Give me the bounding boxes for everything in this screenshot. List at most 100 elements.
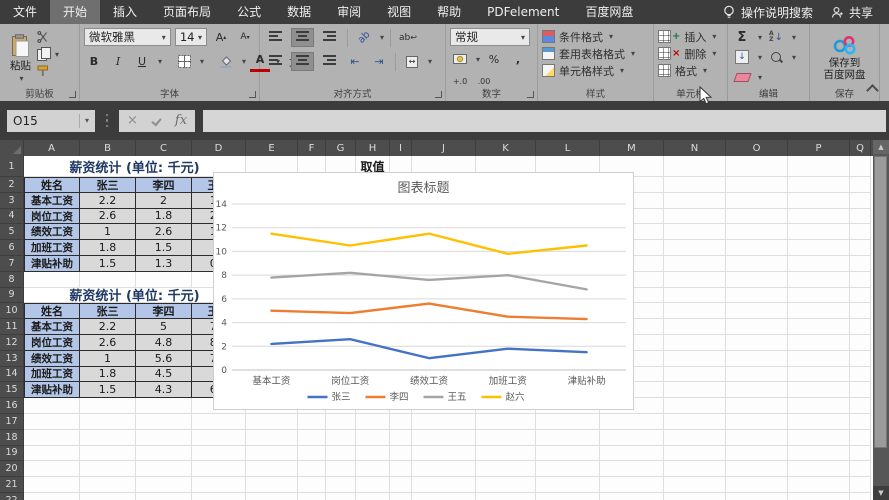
copy-button[interactable]: ▾ <box>37 46 59 61</box>
vertical-scrollbar[interactable]: ▲ ▼ <box>873 140 889 500</box>
cell-E17[interactable] <box>246 413 298 430</box>
scroll-up-arrow-icon[interactable]: ▲ <box>873 140 889 154</box>
cell-C7[interactable]: 1.3 <box>136 255 192 272</box>
cell-P13[interactable] <box>788 350 850 367</box>
cell-N1[interactable] <box>664 156 726 177</box>
cell-H21[interactable] <box>356 477 390 493</box>
cell-O19[interactable] <box>726 445 788 462</box>
cut-button[interactable] <box>37 31 49 43</box>
cell-K18[interactable] <box>476 429 536 446</box>
cell-P11[interactable] <box>788 319 850 335</box>
clear-dropdown[interactable]: ▾ <box>758 73 762 82</box>
cell-Q17[interactable] <box>850 413 871 430</box>
paste-dropdown-arrow[interactable]: ▾ <box>19 74 23 83</box>
cell-N9[interactable] <box>664 287 726 304</box>
cell-B5[interactable]: 1 <box>80 224 136 241</box>
col-header-J[interactable]: J <box>412 140 476 156</box>
accounting-format-button[interactable] <box>450 50 470 68</box>
cell-P10[interactable] <box>788 303 850 320</box>
cell-C19[interactable] <box>136 445 192 462</box>
cell-C4[interactable]: 1.8 <box>136 208 192 225</box>
autosum-button[interactable]: Σ <box>732 28 752 46</box>
cell-P16[interactable] <box>788 398 850 414</box>
cell-Q13[interactable] <box>850 350 871 367</box>
borders-button[interactable] <box>174 53 194 71</box>
underline-button[interactable]: U <box>132 53 152 71</box>
cell-A12[interactable]: 岗位工资 <box>24 334 80 351</box>
align-top-button[interactable] <box>264 28 287 47</box>
cell-G22[interactable] <box>326 492 356 500</box>
row-header-7[interactable]: 7 <box>0 255 24 272</box>
col-header-O[interactable]: O <box>726 140 788 156</box>
cell-A11[interactable]: 基本工资 <box>24 319 80 335</box>
cell-P19[interactable] <box>788 445 850 462</box>
wrap-text-button[interactable]: ab ↩ <box>397 29 419 47</box>
row-header-8[interactable]: 8 <box>0 271 24 288</box>
cell-O13[interactable] <box>726 350 788 367</box>
percent-style-button[interactable]: % <box>484 50 504 68</box>
cell-I19[interactable] <box>390 445 412 462</box>
cell-J19[interactable] <box>412 445 476 462</box>
sort-filter-button[interactable]: A Z ↓ <box>766 28 786 46</box>
cell-D20[interactable] <box>192 461 246 478</box>
cell-N10[interactable] <box>664 303 726 320</box>
col-header-I[interactable]: I <box>390 140 412 156</box>
cell-O4[interactable] <box>726 208 788 225</box>
cell-A15[interactable]: 津贴补助 <box>24 382 80 399</box>
cell-Q15[interactable] <box>850 382 871 399</box>
accounting-dropdown[interactable]: ▾ <box>476 55 480 64</box>
cell-B8[interactable] <box>80 271 136 288</box>
cell-O7[interactable] <box>726 255 788 272</box>
cell-P12[interactable] <box>788 334 850 351</box>
cell-E19[interactable] <box>246 445 298 462</box>
cell-Q20[interactable] <box>850 461 871 478</box>
align-right-button[interactable] <box>318 52 341 71</box>
font-name-combo[interactable]: 微软雅黑 ▾ <box>84 28 171 46</box>
formula-bar-handle[interactable] <box>105 113 109 128</box>
row-header-10[interactable]: 10 <box>0 303 24 320</box>
cell-N2[interactable] <box>664 177 726 193</box>
cell-B11[interactable]: 2.2 <box>80 319 136 335</box>
cell-E22[interactable] <box>246 492 298 500</box>
clear-button[interactable] <box>732 68 752 86</box>
cell-C18[interactable] <box>136 429 192 446</box>
cell-A3[interactable]: 基本工资 <box>24 192 80 209</box>
fill-color-dropdown[interactable]: ▾ <box>242 57 246 66</box>
row-header-14[interactable]: 14 <box>0 366 24 383</box>
cell-G19[interactable] <box>326 445 356 462</box>
row-header-20[interactable]: 20 <box>0 461 24 478</box>
cell-G18[interactable] <box>326 429 356 446</box>
share-button[interactable]: 共享 <box>831 4 873 21</box>
delete-cells-button[interactable]: × 删除 ▾ <box>658 45 723 62</box>
cell-D22[interactable] <box>192 492 246 500</box>
cell-A19[interactable] <box>24 445 80 462</box>
cell-D18[interactable] <box>192 429 246 446</box>
cell-A13[interactable]: 绩效工资 <box>24 350 80 367</box>
cell-A5[interactable]: 绩效工资 <box>24 224 80 241</box>
cell-B6[interactable]: 1.8 <box>80 240 136 256</box>
cell-P15[interactable] <box>788 382 850 399</box>
cell-B12[interactable]: 2.6 <box>80 334 136 351</box>
cell-C17[interactable] <box>136 413 192 430</box>
conditional-formatting-button[interactable]: 条件格式 ▾ <box>542 28 649 45</box>
col-header-P[interactable]: P <box>788 140 850 156</box>
scrollbar-thumb[interactable] <box>874 156 887 448</box>
cell-I17[interactable] <box>390 413 412 430</box>
cell-N12[interactable] <box>664 334 726 351</box>
fill-color-button[interactable] <box>216 53 236 71</box>
col-header-H[interactable]: H <box>356 140 390 156</box>
row-header-5[interactable]: 5 <box>0 224 24 241</box>
cell-N11[interactable] <box>664 319 726 335</box>
cell-N20[interactable] <box>664 461 726 478</box>
formula-input[interactable] <box>203 109 886 132</box>
cell-A6[interactable]: 加班工资 <box>24 240 80 256</box>
col-header-K[interactable]: K <box>476 140 536 156</box>
cell-L17[interactable] <box>536 413 600 430</box>
merge-center-dropdown[interactable]: ▾ <box>428 57 432 66</box>
cell-Q21[interactable] <box>850 477 871 493</box>
cell-N15[interactable] <box>664 382 726 399</box>
name-box-dropdown[interactable]: ▾ <box>78 113 89 128</box>
cell-N17[interactable] <box>664 413 726 430</box>
cell-A16[interactable] <box>24 398 80 414</box>
row-header-9[interactable]: 9 <box>0 287 24 304</box>
